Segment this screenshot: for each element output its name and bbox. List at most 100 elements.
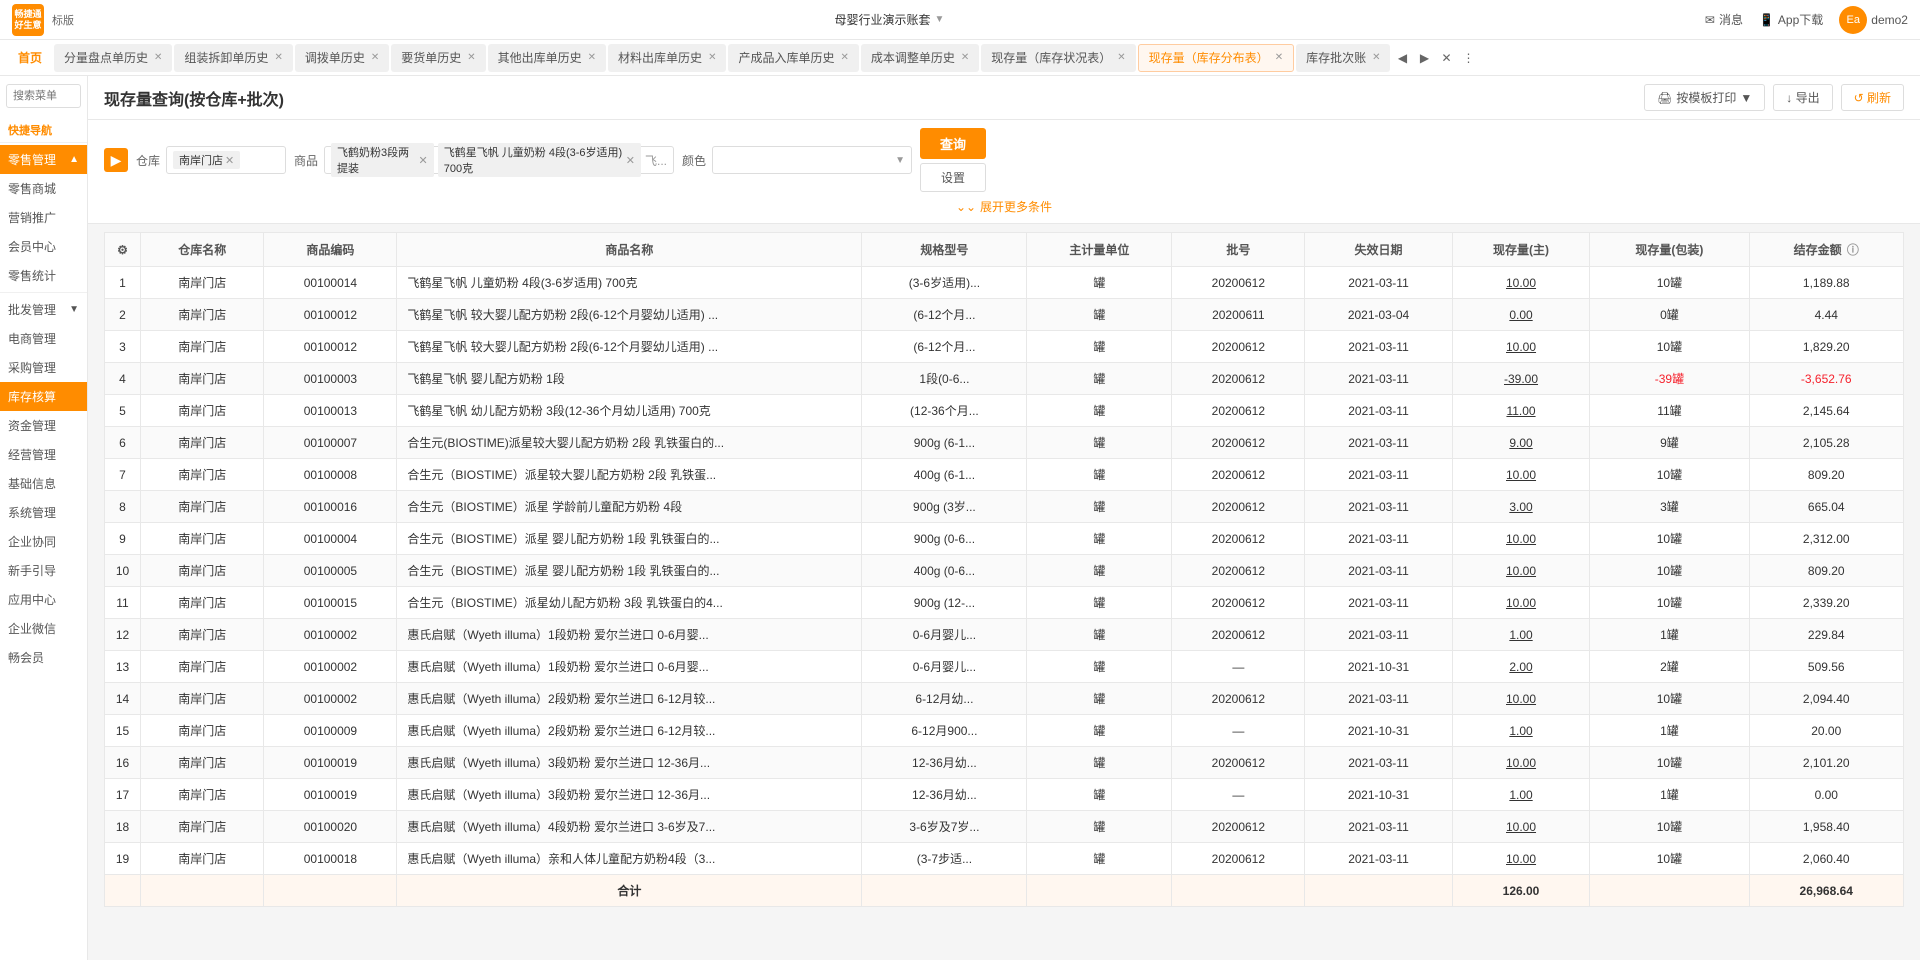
row-qty[interactable]: 10.00 — [1452, 523, 1590, 555]
sidebar-item-retail[interactable]: 零售管理 ▲ — [0, 145, 87, 174]
amount-info-icon[interactable]: ⓘ — [1847, 243, 1859, 257]
sidebar-nav-label[interactable]: 快捷导航 — [0, 116, 87, 140]
tab-other-out-close[interactable]: ✕ — [588, 52, 596, 63]
row-spec: 400g (6-1... — [862, 459, 1027, 491]
sidebar-item-wechat[interactable]: 企业微信 — [0, 614, 87, 643]
sidebar-item-ecommerce-label: 电商管理 — [8, 330, 56, 347]
row-qty[interactable]: -39.00 — [1452, 363, 1590, 395]
row-qty[interactable]: 1.00 — [1452, 619, 1590, 651]
tab-mix-close[interactable]: ✕ — [371, 52, 379, 63]
row-qty[interactable]: 2.00 — [1452, 651, 1590, 683]
filter-expand-button[interactable]: ▶ — [104, 148, 128, 172]
sidebar-item-enterprise[interactable]: 企业协同 — [0, 527, 87, 556]
sidebar-item-operations[interactable]: 经营管理 — [0, 440, 87, 469]
product-tag-group[interactable]: 飞鹤奶粉3段两提装 ✕ 飞鹤星飞帆 儿童奶粉 4段(3-6岁适用) 700克 ✕… — [324, 146, 674, 174]
sidebar-item-ecommerce[interactable]: 电商管理 — [0, 324, 87, 353]
user-info[interactable]: Ea demo2 — [1839, 6, 1908, 34]
refresh-button[interactable]: ↺ 刷新 — [1841, 84, 1904, 111]
tab-split-close[interactable]: ✕ — [154, 52, 162, 63]
tab-dismantle-close[interactable]: ✕ — [274, 52, 282, 63]
table-row: 13南岸门店00100002惠氏启赋（Wyeth illuma）1段奶粉 爱尔兰… — [105, 651, 1904, 683]
warehouse-tag-1-close[interactable]: ✕ — [225, 154, 234, 167]
tab-stock-dist[interactable]: 现存量（库存分布表） ✕ — [1138, 44, 1294, 72]
tab-other-out[interactable]: 其他出库单历史 ✕ — [488, 44, 606, 72]
tab-prev-button[interactable]: ◀ — [1392, 44, 1412, 72]
tab-menu-button[interactable]: ⋮ — [1458, 44, 1478, 72]
tab-next-button[interactable]: ▶ — [1414, 44, 1434, 72]
row-qty[interactable]: 10.00 — [1452, 459, 1590, 491]
row-qty[interactable]: 11.00 — [1452, 395, 1590, 427]
sidebar-item-members[interactable]: 畅会员 — [0, 643, 87, 672]
tab-dismantle[interactable]: 组装拆卸单历史 ✕ — [174, 44, 292, 72]
tab-batch-account-close[interactable]: ✕ — [1372, 52, 1380, 63]
tab-split[interactable]: 分量盘点单历史 ✕ — [54, 44, 172, 72]
row-name: 惠氏启赋（Wyeth illuma）亲和人体儿童配方奶粉4段（3... — [397, 843, 862, 875]
tab-stock-status-close[interactable]: ✕ — [1117, 52, 1125, 63]
tab-material-out-close[interactable]: ✕ — [708, 52, 716, 63]
expand-more-row[interactable]: ⌄⌄ 展开更多条件 — [104, 198, 1904, 215]
message-button[interactable]: ✉ 消息 — [1705, 11, 1743, 28]
search-input[interactable] — [6, 84, 81, 108]
sidebar-item-purchase[interactable]: 采购管理 — [0, 353, 87, 382]
row-qty[interactable]: 9.00 — [1452, 427, 1590, 459]
sidebar-item-finance[interactable]: 资金管理 — [0, 411, 87, 440]
query-button[interactable]: 查询 — [920, 128, 986, 159]
row-name: 合生元（BIOSTIME）派星 婴儿配方奶粉 1段 乳铁蛋白的... — [397, 523, 862, 555]
sidebar-item-marketing[interactable]: 营销推广 — [0, 203, 87, 232]
sidebar-item-retail-stats[interactable]: 零售统计 — [0, 261, 87, 290]
sidebar-item-wholesale[interactable]: 批发管理 ▼ — [0, 295, 87, 324]
sidebar-item-guide[interactable]: 新手引导 — [0, 556, 87, 585]
row-qty[interactable]: 0.00 — [1452, 299, 1590, 331]
row-spec: 900g (0-6... — [862, 523, 1027, 555]
table-row: 11南岸门店00100015合生元（BIOSTIME）派星幼儿配方奶粉 3段 乳… — [105, 587, 1904, 619]
tab-product-in[interactable]: 产成品入库单历史 ✕ — [728, 44, 858, 72]
tab-batch-account[interactable]: 库存批次账 ✕ — [1296, 44, 1390, 72]
warehouse-tag-group[interactable]: 南岸门店 ✕ — [166, 146, 286, 174]
print-button[interactable]: 🖨 按模板打印 ▼ — [1644, 84, 1765, 111]
row-qty[interactable]: 10.00 — [1452, 267, 1590, 299]
row-amount: 2,339.20 — [1749, 587, 1904, 619]
tab-cost-adjust[interactable]: 成本调整单历史 ✕ — [861, 44, 979, 72]
row-qty[interactable]: 10.00 — [1452, 587, 1590, 619]
tab-cost-adjust-close[interactable]: ✕ — [961, 52, 969, 63]
tab-require[interactable]: 要货单历史 ✕ — [391, 44, 485, 72]
tab-home[interactable]: 首页 — [8, 44, 52, 72]
tab-stock-dist-close[interactable]: ✕ — [1275, 52, 1283, 63]
sidebar-item-retail-shop[interactable]: 零售商城 — [0, 174, 87, 203]
row-qty[interactable]: 3.00 — [1452, 491, 1590, 523]
org-selector[interactable]: 母婴行业演示账套 ▼ — [834, 11, 944, 28]
product-tag-2-close[interactable]: ✕ — [626, 154, 635, 167]
product-tag-1-close[interactable]: ✕ — [419, 154, 428, 167]
tab-mix[interactable]: 调拨单历史 ✕ — [295, 44, 389, 72]
gear-icon[interactable]: ⚙ — [117, 243, 128, 257]
sidebar-item-system[interactable]: 系统管理 — [0, 498, 87, 527]
row-qty[interactable]: 10.00 — [1452, 811, 1590, 843]
color-tag-group[interactable]: ▼ — [712, 146, 912, 174]
tab-close-button[interactable]: ✕ — [1436, 44, 1456, 72]
row-unit: 罐 — [1027, 523, 1172, 555]
sidebar-item-basic[interactable]: 基础信息 — [0, 469, 87, 498]
row-qty[interactable]: 10.00 — [1452, 555, 1590, 587]
tab-product-in-close[interactable]: ✕ — [840, 52, 848, 63]
row-qty[interactable]: 10.00 — [1452, 683, 1590, 715]
export-button[interactable]: ↓ 导出 — [1773, 84, 1832, 111]
sidebar-item-stock[interactable]: 库存核算 — [0, 382, 87, 411]
tab-stock-status[interactable]: 现存量（库存状况表） ✕ — [981, 44, 1135, 72]
row-qty[interactable]: 1.00 — [1452, 779, 1590, 811]
row-spec: 400g (0-6... — [862, 555, 1027, 587]
row-batch: 20200612 — [1172, 459, 1305, 491]
row-qty[interactable]: 10.00 — [1452, 747, 1590, 779]
app-download-button[interactable]: 📱 App下载 — [1759, 11, 1823, 28]
sidebar-item-member[interactable]: 会员中心 — [0, 232, 87, 261]
tab-material-out[interactable]: 材料出库单历史 ✕ — [608, 44, 726, 72]
tab-require-close[interactable]: ✕ — [467, 52, 475, 63]
sidebar-item-wholesale-label: 批发管理 — [8, 301, 56, 318]
row-qty[interactable]: 10.00 — [1452, 843, 1590, 875]
row-amount: 20.00 — [1749, 715, 1904, 747]
row-qty[interactable]: 1.00 — [1452, 715, 1590, 747]
row-qty[interactable]: 10.00 — [1452, 331, 1590, 363]
col-spec: 规格型号 — [862, 233, 1027, 267]
sidebar-item-appstore[interactable]: 应用中心 — [0, 585, 87, 614]
settings-button[interactable]: 设置 — [920, 163, 986, 192]
col-gear[interactable]: ⚙ — [105, 233, 141, 267]
